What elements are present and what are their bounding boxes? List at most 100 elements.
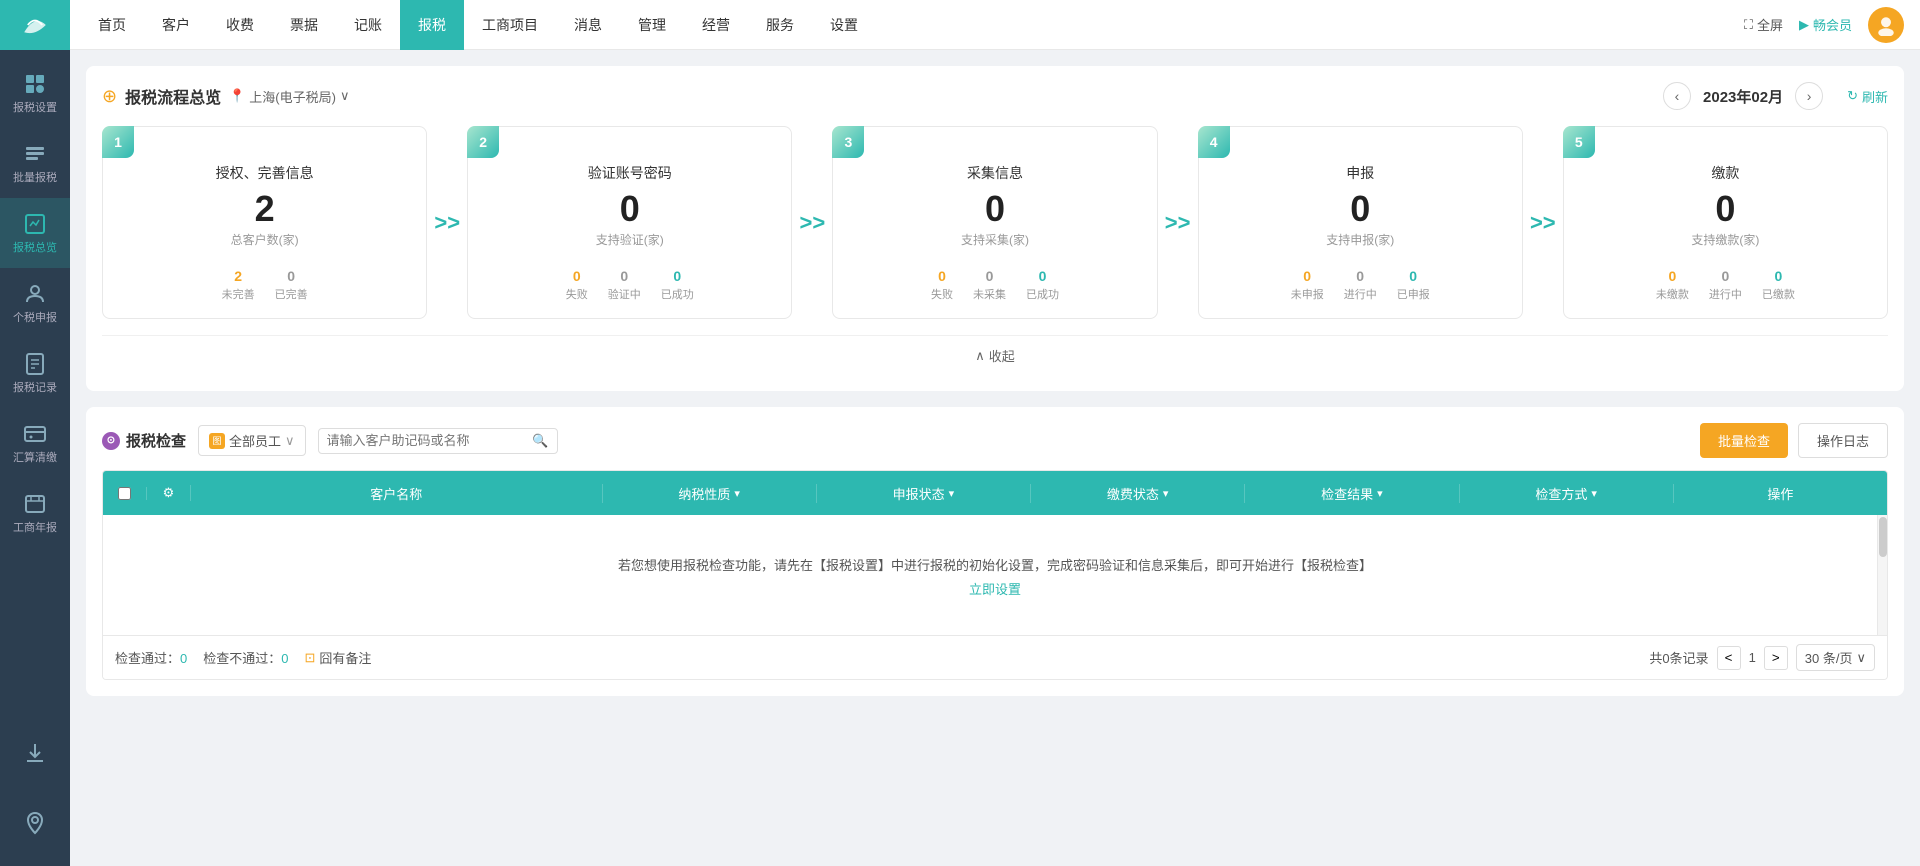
prev-month-btn[interactable]: ‹ xyxy=(1663,82,1691,110)
nav-item-bizproject[interactable]: 工商项目 xyxy=(464,0,556,50)
filter-icon-3[interactable]: ▾ xyxy=(1163,487,1169,500)
step-2-sub-1: 0 验证中 xyxy=(608,268,641,302)
step-4-sub-0-label: 未申报 xyxy=(1291,286,1324,302)
step-1-count: 2 xyxy=(255,191,275,227)
fullscreen-btn[interactable]: ⛶ 全屏 xyxy=(1744,15,1783,34)
filter-icon-2[interactable]: ▾ xyxy=(949,487,955,500)
gear-icon[interactable]: ⚙ xyxy=(163,485,175,501)
nav-item-home[interactable]: 首页 xyxy=(80,0,144,50)
sidebar-item-annual-report[interactable]: 工商年报 xyxy=(0,478,70,548)
nav-item-accounting[interactable]: 记账 xyxy=(336,0,400,50)
batch-tax-icon xyxy=(21,140,49,168)
step-5-sub-0-label: 未缴款 xyxy=(1656,286,1689,302)
sidebar-item-batch-tax[interactable]: 批量报税 xyxy=(0,128,70,198)
step-3-sub-2-num: 0 xyxy=(1039,268,1047,284)
nav-item-service[interactable]: 服务 xyxy=(748,0,812,50)
th-declare-status: 申报状态 ▾ xyxy=(817,484,1031,503)
first-page-btn[interactable]: < xyxy=(1717,646,1741,670)
nav-item-client[interactable]: 客户 xyxy=(144,0,208,50)
step-4-subs: 0 未申报 0 进行中 0 已申报 xyxy=(1291,268,1430,302)
sidebar: 报税设置 批量报税 报税总览 个税申报 报税记录 xyxy=(0,50,70,866)
sidebar-item-personal-tax[interactable]: 个税申报 xyxy=(0,268,70,338)
step-3-count: 0 xyxy=(985,191,1005,227)
step-2-num: 2 xyxy=(467,126,499,158)
collapse-btn[interactable]: ∧ 收起 xyxy=(102,336,1888,375)
table-scrollbar[interactable] xyxy=(1877,515,1887,635)
table-footer: 检查通过：0 检查不通过：0 ⊡ 囧有备注 共0条记录 < 1 xyxy=(103,635,1887,679)
step-3: 3 采集信息 0 支持采集(家) 0 失败 0 未采集 xyxy=(832,126,1157,319)
nav-item-invoice[interactable]: 票据 xyxy=(272,0,336,50)
th-tax-nature: 纳税性质 ▾ xyxy=(603,484,817,503)
card-header-left: ⊕ 报税流程总览 📍 上海(电子税局) ∨ xyxy=(102,84,349,108)
next-page-btn[interactable]: > xyxy=(1764,646,1788,670)
search-input[interactable] xyxy=(327,433,533,448)
tax-check-card: ⊙ 报税检查 图 全部员工 ∨ 🔍 批量检查 操作日志 xyxy=(86,407,1904,696)
refresh-btn[interactable]: ↻ 刷新 xyxy=(1847,87,1888,106)
step-4-title: 申报 xyxy=(1346,163,1374,183)
step-4-count: 0 xyxy=(1350,191,1370,227)
step-3-label: 支持采集(家) xyxy=(961,231,1029,248)
tax-overview-icon xyxy=(21,210,49,238)
filter-icon-5[interactable]: ▾ xyxy=(1591,487,1597,500)
staff-filter-btn[interactable]: 图 全部员工 ∨ xyxy=(198,425,306,456)
footer-right: 共0条记录 < 1 > 30 条/页 ∨ xyxy=(1649,644,1875,671)
sidebar-item-tax-record[interactable]: 报税记录 xyxy=(0,338,70,408)
step-2-count: 0 xyxy=(620,191,640,227)
tax-record-icon xyxy=(21,350,49,378)
filter-tag-icon: 图 xyxy=(209,433,225,449)
step-3-sub-0-label: 失败 xyxy=(931,286,953,302)
select-all-checkbox[interactable] xyxy=(118,487,131,500)
sidebar-item-location[interactable] xyxy=(0,788,70,858)
tax-settings-icon xyxy=(21,70,49,98)
fail-num[interactable]: 0 xyxy=(281,651,288,666)
pass-num[interactable]: 0 xyxy=(180,651,187,666)
setup-link[interactable]: 立即设置 xyxy=(969,579,1021,598)
location-tag[interactable]: 📍 上海(电子税局) ∨ xyxy=(229,87,349,106)
vip-btn[interactable]: ▶ 畅会员 xyxy=(1799,15,1852,34)
step-4-label: 支持申报(家) xyxy=(1326,231,1394,248)
avatar[interactable] xyxy=(1868,7,1904,43)
section-header: ⊙ 报税检查 图 全部员工 ∨ 🔍 批量检查 操作日志 xyxy=(102,423,1888,458)
process-overview-card: ⊕ 报税流程总览 📍 上海(电子税局) ∨ ‹ 2023年02月 › ↻ 刷新 xyxy=(86,66,1904,391)
nav-item-message[interactable]: 消息 xyxy=(556,0,620,50)
sidebar-item-download[interactable] xyxy=(0,718,70,788)
nav-item-tax[interactable]: 报税 xyxy=(400,0,464,50)
right-btns: 批量检查 操作日志 xyxy=(1700,423,1888,458)
process-steps: 1 授权、完善信息 2 总客户数(家) 2 未完善 0 已完善 xyxy=(102,126,1888,319)
batch-check-btn[interactable]: 批量检查 xyxy=(1700,423,1788,458)
arrow-1: >> xyxy=(427,126,467,319)
operation-log-btn[interactable]: 操作日志 xyxy=(1798,423,1888,458)
step-5-sub-1: 0 进行中 xyxy=(1709,268,1742,302)
step-1-num: 1 xyxy=(102,126,134,158)
step-3-sub-1-label: 未采集 xyxy=(973,286,1006,302)
step-3-sub-0-num: 0 xyxy=(938,268,946,284)
filter-icon-1[interactable]: ▾ xyxy=(734,487,740,500)
next-month-btn[interactable]: › xyxy=(1795,82,1823,110)
search-box: 🔍 xyxy=(318,428,558,454)
sidebar-item-tax-settings[interactable]: 报税设置 xyxy=(0,58,70,128)
logo xyxy=(0,0,70,50)
download-icon xyxy=(21,739,49,767)
per-page-dropdown-icon: ∨ xyxy=(1856,650,1866,666)
step-4-sub-0: 0 未申报 xyxy=(1291,268,1324,302)
note-icon: ⊡ xyxy=(305,650,316,666)
filter-icon-4[interactable]: ▾ xyxy=(1377,487,1383,500)
sidebar-item-settlement[interactable]: 汇算清缴 xyxy=(0,408,70,478)
per-page-select[interactable]: 30 条/页 ∨ xyxy=(1796,644,1875,671)
step-4: 4 申报 0 支持申报(家) 0 未申报 0 进行中 xyxy=(1198,126,1523,319)
step-3-sub-1: 0 未采集 xyxy=(973,268,1006,302)
step-2-sub-0-num: 0 xyxy=(573,268,581,284)
step-2-sub-0: 0 失败 xyxy=(566,268,588,302)
step-2-sub-1-label: 验证中 xyxy=(608,286,641,302)
step-3-sub-0: 0 失败 xyxy=(931,268,953,302)
footer-left: 检查通过：0 检查不通过：0 ⊡ 囧有备注 xyxy=(115,648,371,667)
search-icon[interactable]: 🔍 xyxy=(532,433,548,449)
arrow-3: >> xyxy=(1158,126,1198,319)
nav-item-manage[interactable]: 管理 xyxy=(620,0,684,50)
step-1-title: 授权、完善信息 xyxy=(216,163,314,183)
nav-item-fee[interactable]: 收费 xyxy=(208,0,272,50)
nav-item-settings[interactable]: 设置 xyxy=(812,0,876,50)
nav-item-operation[interactable]: 经营 xyxy=(684,0,748,50)
step-4-sub-0-num: 0 xyxy=(1303,268,1311,284)
sidebar-item-tax-overview[interactable]: 报税总览 xyxy=(0,198,70,268)
